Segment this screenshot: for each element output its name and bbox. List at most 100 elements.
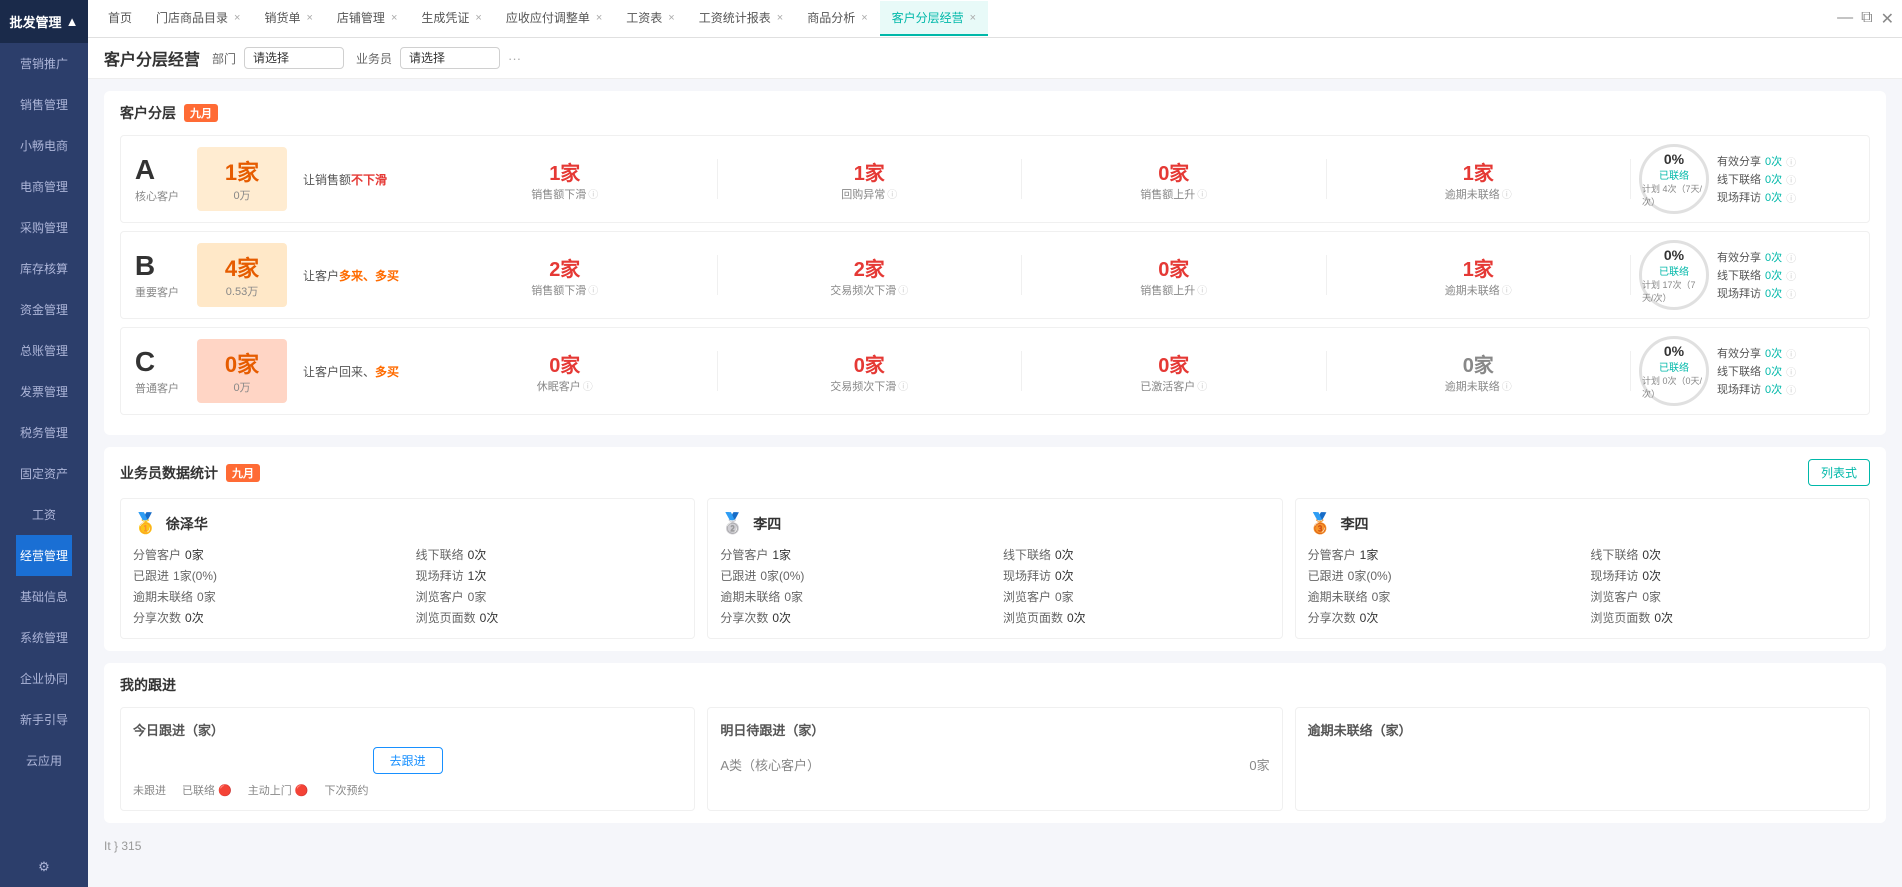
tab-close-icon[interactable]: × — [596, 12, 602, 24]
info-icon[interactable]: ⓘ — [887, 186, 897, 201]
sidebar-item-固定资产[interactable]: 固定资产 — [16, 453, 72, 494]
biz-stat-row: 分享次数 0次 — [720, 609, 987, 626]
sales-select[interactable]: 请选择 — [400, 47, 500, 69]
restore-icon[interactable]: ⧉ — [1861, 9, 1872, 29]
tomorrow-followup-title: 明日待跟进（家） — [720, 720, 1269, 739]
tab-生成凭证[interactable]: 生成凭证× — [409, 1, 493, 36]
sidebar-item-新手引导[interactable]: 新手引导 — [16, 699, 72, 740]
tab-close-icon[interactable]: × — [391, 12, 397, 24]
info-icon[interactable]: ⓘ — [1502, 282, 1512, 297]
sidebar-item-发票管理[interactable]: 发票管理 — [16, 371, 72, 412]
biz-stat-row: 逾期未联络 0家 — [1308, 588, 1575, 605]
tab-close-icon[interactable]: × — [306, 12, 312, 24]
info-icon[interactable]: ⓘ — [1197, 186, 1207, 201]
tab-门店商品目录[interactable]: 门店商品目录× — [144, 1, 252, 36]
tab-close-icon[interactable]: × — [475, 12, 481, 24]
more-options-icon[interactable]: ··· — [508, 51, 521, 66]
sidebar-item-库存核算[interactable]: 库存核算 — [16, 248, 72, 289]
info-icon[interactable]: ⓘ — [898, 378, 908, 393]
sidebar-item-小畅电商[interactable]: 小畅电商 — [16, 125, 72, 166]
biz-stat-row: 浏览客户 0家 — [416, 588, 683, 605]
sidebar-item-企业协同[interactable]: 企业协同 — [16, 658, 72, 699]
list-view-button[interactable]: 列表式 — [1808, 459, 1870, 486]
stat-num: 2家 — [421, 253, 709, 282]
tab-close-icon[interactable]: × — [777, 12, 783, 24]
biz-stat-row: 分享次数 0次 — [133, 609, 400, 626]
right-stats: 有效分享 0次 ⓘ线下联络 0次 ⓘ现场拜访 0次 ⓘ — [1717, 249, 1857, 301]
sidebar-top[interactable]: 批发管理 ▲ — [0, 0, 88, 43]
chevron-up-icon: ▲ — [66, 14, 79, 29]
settings-button[interactable]: ⚙ — [0, 847, 88, 887]
stat-num: 0家 — [1335, 349, 1623, 378]
info-icon[interactable]: ⓘ — [898, 282, 908, 297]
biz-stat-link[interactable]: 0家(0%) — [1348, 567, 1392, 584]
info-icon[interactable]: ⓘ — [1786, 268, 1796, 283]
tab-销货单[interactable]: 销货单× — [252, 1, 324, 36]
sidebar-item-工资[interactable]: 工资 — [16, 494, 72, 535]
info-icon[interactable]: ⓘ — [1786, 190, 1796, 205]
biz-person-name: 李四 — [1341, 514, 1369, 534]
biz-stat-link[interactable]: 0家(0%) — [760, 567, 804, 584]
tab-商品分析[interactable]: 商品分析× — [795, 1, 879, 36]
sidebar-item-云应用[interactable]: 云应用 — [16, 740, 72, 781]
stat-num: 1家 — [1335, 253, 1623, 282]
sidebar-item-采购管理[interactable]: 采购管理 — [16, 207, 72, 248]
info-icon[interactable]: ⓘ — [583, 378, 593, 393]
tab-工资统计报表[interactable]: 工资统计报表× — [687, 1, 795, 36]
dept-label: 部门 — [212, 50, 236, 67]
info-icon[interactable]: ⓘ — [1786, 364, 1796, 379]
tab-客户分层经营[interactable]: 客户分层经营× — [880, 1, 988, 36]
info-icon[interactable]: ⓘ — [588, 186, 598, 201]
minimize-icon[interactable]: — — [1837, 9, 1853, 29]
biz-stat-link[interactable]: 0家 — [784, 588, 803, 605]
tab-close-icon[interactable]: × — [234, 12, 240, 24]
tier-letter: C — [133, 346, 157, 378]
tab-工资表[interactable]: 工资表× — [614, 1, 686, 36]
info-icon[interactable]: ⓘ — [588, 282, 598, 297]
sidebar-item-基础信息[interactable]: 基础信息 — [16, 576, 72, 617]
biz-stat-link[interactable]: 0家 — [1642, 588, 1661, 605]
info-icon[interactable]: ⓘ — [1786, 154, 1796, 169]
tab-close-icon[interactable]: × — [970, 12, 976, 24]
tab-店铺管理[interactable]: 店铺管理× — [325, 1, 409, 36]
tab-close-icon[interactable]: × — [668, 12, 674, 24]
stat-box-2: 0家 销售额上升 ⓘ — [1030, 253, 1318, 298]
info-icon[interactable]: ⓘ — [1786, 382, 1796, 397]
biz-stat-row: 现场拜访 0次 — [1003, 567, 1270, 584]
sidebar-item-营销推广[interactable]: 营销推广 — [16, 43, 72, 84]
sidebar-item-电商管理[interactable]: 电商管理 — [16, 166, 72, 207]
close-window-icon[interactable]: ✕ — [1881, 9, 1894, 29]
info-icon[interactable]: ⓘ — [1502, 186, 1512, 201]
biz-stat-val: 0次 — [1642, 567, 1661, 584]
biz-stat-link[interactable]: 0家 — [1055, 588, 1074, 605]
sales-label: 业务员 — [356, 50, 392, 67]
tier-name: 核心客户 — [133, 188, 181, 204]
info-icon[interactable]: ⓘ — [1786, 172, 1796, 187]
go-followup-button[interactable]: 去跟进 — [373, 747, 443, 774]
info-icon[interactable]: ⓘ — [1197, 378, 1207, 393]
tier-amount: 0.53万 — [213, 283, 271, 299]
tab-close-icon[interactable]: × — [861, 12, 867, 24]
sidebar-item-资金管理[interactable]: 资金管理 — [16, 289, 72, 330]
biz-stat-link[interactable]: 0家 — [197, 588, 216, 605]
sidebar-item-总账管理[interactable]: 总账管理 — [16, 330, 72, 371]
biz-month-badge: 九月 — [226, 464, 260, 482]
biz-stat-link[interactable]: 0家 — [1372, 588, 1391, 605]
info-icon[interactable]: ⓘ — [1786, 286, 1796, 301]
sidebar-item-税务管理[interactable]: 税务管理 — [16, 412, 72, 453]
info-icon[interactable]: ⓘ — [1197, 282, 1207, 297]
sidebar-item-销售管理[interactable]: 销售管理 — [16, 84, 72, 125]
biz-stat-link[interactable]: 0家 — [468, 588, 487, 605]
circle-pct: 0% — [1664, 343, 1684, 359]
dept-select[interactable]: 请选择 — [244, 47, 344, 69]
biz-stat-val: 0家 — [185, 546, 204, 563]
tab-应收应付调整单[interactable]: 应收应付调整单× — [494, 1, 614, 36]
tab-首页[interactable]: 首页 — [96, 1, 144, 36]
tier-count-num: 1家 — [213, 155, 271, 187]
sidebar-item-系统管理[interactable]: 系统管理 — [16, 617, 72, 658]
info-icon[interactable]: ⓘ — [1786, 250, 1796, 265]
info-icon[interactable]: ⓘ — [1786, 346, 1796, 361]
sidebar-item-经营管理[interactable]: 经营管理 — [16, 535, 72, 576]
info-icon[interactable]: ⓘ — [1502, 378, 1512, 393]
biz-stat-link[interactable]: 1家(0%) — [173, 567, 217, 584]
